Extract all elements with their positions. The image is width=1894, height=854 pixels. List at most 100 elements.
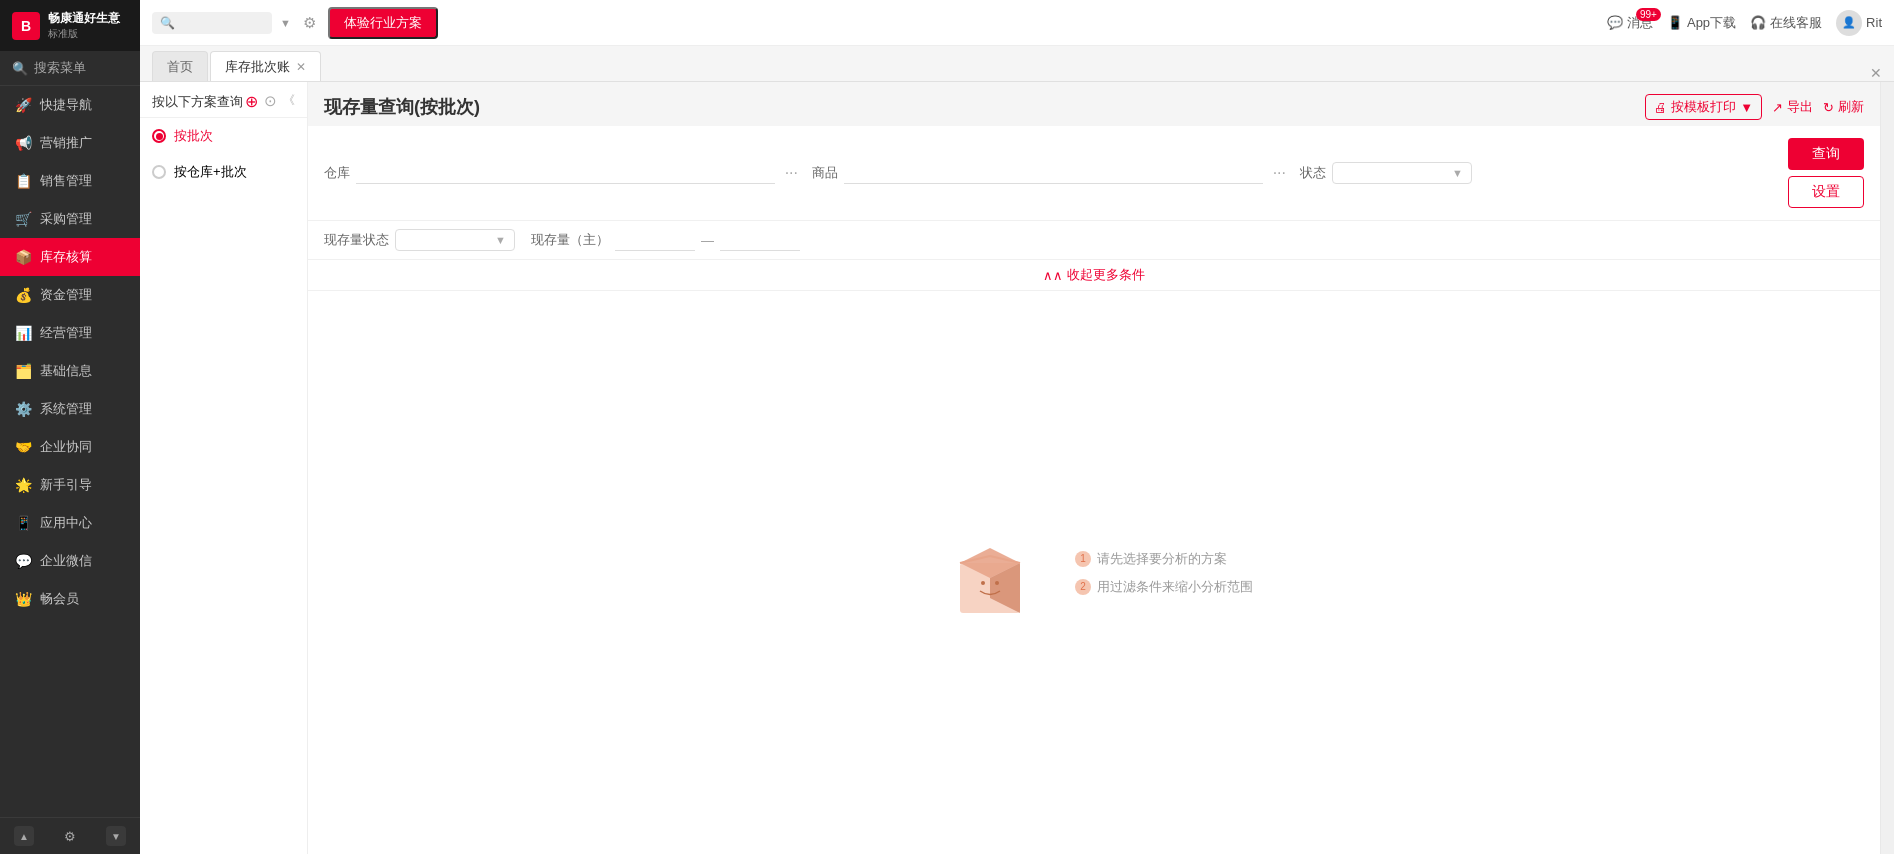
filter-scheme-warehouse-batch-label: 按仓库+批次 bbox=[174, 163, 247, 181]
apps-icon: 📱 bbox=[14, 514, 32, 532]
topbar: 🔍 ▼ ⚙ 体验行业方案 💬 消息 99+ 📱 App下载 🎧 在线客服 👤 bbox=[140, 0, 1894, 46]
right-scrollbar[interactable] bbox=[1880, 82, 1894, 854]
empty-tip-2: 2 用过滤条件来缩小分析范围 bbox=[1075, 578, 1253, 596]
export-button[interactable]: ↗ 导出 bbox=[1772, 98, 1813, 116]
inventory-status-label: 现存量状态 bbox=[324, 231, 389, 249]
online-support-button[interactable]: 🎧 在线客服 bbox=[1750, 14, 1822, 32]
sales-icon: 📋 bbox=[14, 172, 32, 190]
sidebar-item-sales[interactable]: 📋 销售管理 bbox=[0, 162, 140, 200]
warehouse-input[interactable] bbox=[356, 162, 775, 184]
company-name: 畅康通好生意 bbox=[48, 10, 120, 27]
operations-icon: 📊 bbox=[14, 324, 32, 342]
qty-main-to[interactable] bbox=[720, 229, 800, 251]
search-menu-label: 搜索菜单 bbox=[34, 59, 86, 77]
sidebar-item-finance[interactable]: 💰 资金管理 bbox=[0, 276, 140, 314]
warehouse-dots[interactable]: ··· bbox=[781, 164, 802, 182]
action-buttons: 查询 设置 bbox=[1788, 138, 1864, 208]
print-label: 按模板打印 bbox=[1671, 98, 1736, 116]
scroll-down-button[interactable]: ▼ bbox=[106, 826, 126, 846]
sidebar-item-basic[interactable]: 🗂️ 基础信息 bbox=[0, 352, 140, 390]
messages-badge: 99+ bbox=[1636, 8, 1661, 21]
refresh-button[interactable]: ↻ 刷新 bbox=[1823, 98, 1864, 116]
content-area: 按以下方案查询 ⊕ ⊙ 《 按批次 按仓库+批次 现存量查询(按批次) bbox=[140, 82, 1894, 854]
shortcuts-icon: 🚀 bbox=[14, 96, 32, 114]
system-icon: ⚙️ bbox=[14, 400, 32, 418]
scroll-up-button[interactable]: ▲ bbox=[14, 826, 34, 846]
topbar-right: 💬 消息 99+ 📱 App下载 🎧 在线客服 👤 Rit bbox=[1607, 10, 1882, 36]
sidebar-item-inventory[interactable]: 📦 库存核算 bbox=[0, 238, 140, 276]
settings-gear-icon[interactable]: ⚙ bbox=[64, 829, 76, 844]
qty-main-field: 现存量（主） — bbox=[531, 229, 800, 251]
trial-button[interactable]: 体验行业方案 bbox=[328, 7, 438, 39]
refresh-icon: ↻ bbox=[1823, 100, 1834, 115]
headset-icon: 🎧 bbox=[1750, 15, 1766, 30]
sidebar-item-label-enterprise: 企业协同 bbox=[40, 438, 92, 456]
empty-state: 1 请先选择要分析的方案 2 用过滤条件来缩小分析范围 bbox=[308, 291, 1880, 854]
sidebar-item-marketing[interactable]: 📢 营销推广 bbox=[0, 124, 140, 162]
goods-dots[interactable]: ··· bbox=[1269, 164, 1290, 182]
empty-svg-icon bbox=[935, 518, 1045, 628]
query-area: 现存量查询(按批次) 🖨 按模板打印 ▼ ↗ 导出 ↻ 刷新 bbox=[308, 82, 1880, 854]
filter-scheme-warehouse-batch[interactable]: 按仓库+批次 bbox=[140, 154, 307, 190]
empty-tip-1-label: 请先选择要分析的方案 bbox=[1097, 550, 1227, 568]
status-select[interactable]: ▼ bbox=[1332, 162, 1472, 184]
filter-scheme-batch[interactable]: 按批次 bbox=[140, 118, 307, 154]
tip-num-2: 2 bbox=[1075, 579, 1091, 595]
sidebar-item-newbie[interactable]: 🌟 新手引导 bbox=[0, 466, 140, 504]
filter-collapse-icon[interactable]: 《 bbox=[283, 92, 295, 111]
filter-radio-batch bbox=[152, 129, 166, 143]
print-chevron-icon[interactable]: ▼ bbox=[1740, 100, 1753, 115]
goods-field: 商品 ··· bbox=[812, 162, 1290, 184]
filter-panel-header: 按以下方案查询 ⊕ ⊙ 《 bbox=[140, 82, 307, 118]
page-actions: 🖨 按模板打印 ▼ ↗ 导出 ↻ 刷新 bbox=[1645, 94, 1864, 120]
collapse-row[interactable]: ∧∧ 收起更多条件 bbox=[308, 260, 1880, 291]
svg-point-5 bbox=[981, 581, 985, 585]
settings-button[interactable]: 设置 bbox=[1788, 176, 1864, 208]
print-button[interactable]: 🖨 按模板打印 ▼ bbox=[1645, 94, 1762, 120]
tab-inventory-batch-label: 库存批次账 bbox=[225, 58, 290, 76]
app-download-button[interactable]: 📱 App下载 bbox=[1667, 14, 1736, 32]
sidebar-item-operations[interactable]: 📊 经营管理 bbox=[0, 314, 140, 352]
sidebar-item-apps[interactable]: 📱 应用中心 bbox=[0, 504, 140, 542]
tab-home[interactable]: 首页 bbox=[152, 51, 208, 81]
collapse-label: 收起更多条件 bbox=[1067, 266, 1145, 284]
newbie-icon: 🌟 bbox=[14, 476, 32, 494]
purchase-icon: 🛒 bbox=[14, 210, 32, 228]
goods-input[interactable] bbox=[844, 162, 1263, 184]
sidebar-nav: 🚀 快捷导航 📢 营销推广 📋 销售管理 🛒 采购管理 📦 库存核算 💰 资金管… bbox=[0, 86, 140, 817]
sidebar-item-shortcuts[interactable]: 🚀 快捷导航 bbox=[0, 86, 140, 124]
sidebar-item-wechat[interactable]: 💬 企业微信 bbox=[0, 542, 140, 580]
filter-add-button[interactable]: ⊕ bbox=[245, 92, 258, 111]
query-button[interactable]: 查询 bbox=[1788, 138, 1864, 170]
sidebar-footer: ▲ ⚙ ▼ bbox=[0, 817, 140, 854]
topbar-gear-icon[interactable]: ⚙ bbox=[299, 10, 320, 36]
empty-tip-2-label: 用过滤条件来缩小分析范围 bbox=[1097, 578, 1253, 596]
goods-label: 商品 bbox=[812, 164, 838, 182]
tab-close-icon[interactable]: ✕ bbox=[296, 60, 306, 74]
panel-close-button[interactable]: ✕ bbox=[1870, 65, 1882, 81]
inventory-status-select[interactable]: ▼ bbox=[395, 229, 515, 251]
user-avatar[interactable]: 👤 Rit bbox=[1836, 10, 1882, 36]
sidebar-item-vip[interactable]: 👑 畅会员 bbox=[0, 580, 140, 618]
filter-gear-icon[interactable]: ⊙ bbox=[264, 92, 277, 111]
topbar-chevron-icon[interactable]: ▼ bbox=[280, 17, 291, 29]
empty-tips: 1 请先选择要分析的方案 2 用过滤条件来缩小分析范围 bbox=[1075, 550, 1253, 596]
sidebar-item-enterprise[interactable]: 🤝 企业协同 bbox=[0, 428, 140, 466]
search-menu-item[interactable]: 🔍 搜索菜单 bbox=[0, 51, 140, 86]
user-name: Rit bbox=[1866, 15, 1882, 30]
sidebar-item-label-system: 系统管理 bbox=[40, 400, 92, 418]
sidebar-item-purchase[interactable]: 🛒 采购管理 bbox=[0, 200, 140, 238]
status-chevron-icon: ▼ bbox=[1452, 167, 1463, 179]
sidebar: B 畅康通好生意 标准版 🔍 搜索菜单 🚀 快捷导航 📢 营销推广 📋 销售管理… bbox=[0, 0, 140, 854]
sidebar-item-label-vip: 畅会员 bbox=[40, 590, 79, 608]
online-support-label: 在线客服 bbox=[1770, 14, 1822, 32]
sidebar-item-label-operations: 经营管理 bbox=[40, 324, 92, 342]
messages-button[interactable]: 💬 消息 99+ bbox=[1607, 14, 1653, 32]
inventory-icon: 📦 bbox=[14, 248, 32, 266]
basic-icon: 🗂️ bbox=[14, 362, 32, 380]
qty-main-from[interactable] bbox=[615, 229, 695, 251]
tab-inventory-batch[interactable]: 库存批次账 ✕ bbox=[210, 51, 321, 81]
sidebar-item-label-marketing: 营销推广 bbox=[40, 134, 92, 152]
sidebar-item-system[interactable]: ⚙️ 系统管理 bbox=[0, 390, 140, 428]
topbar-search-box[interactable]: 🔍 bbox=[152, 12, 272, 34]
